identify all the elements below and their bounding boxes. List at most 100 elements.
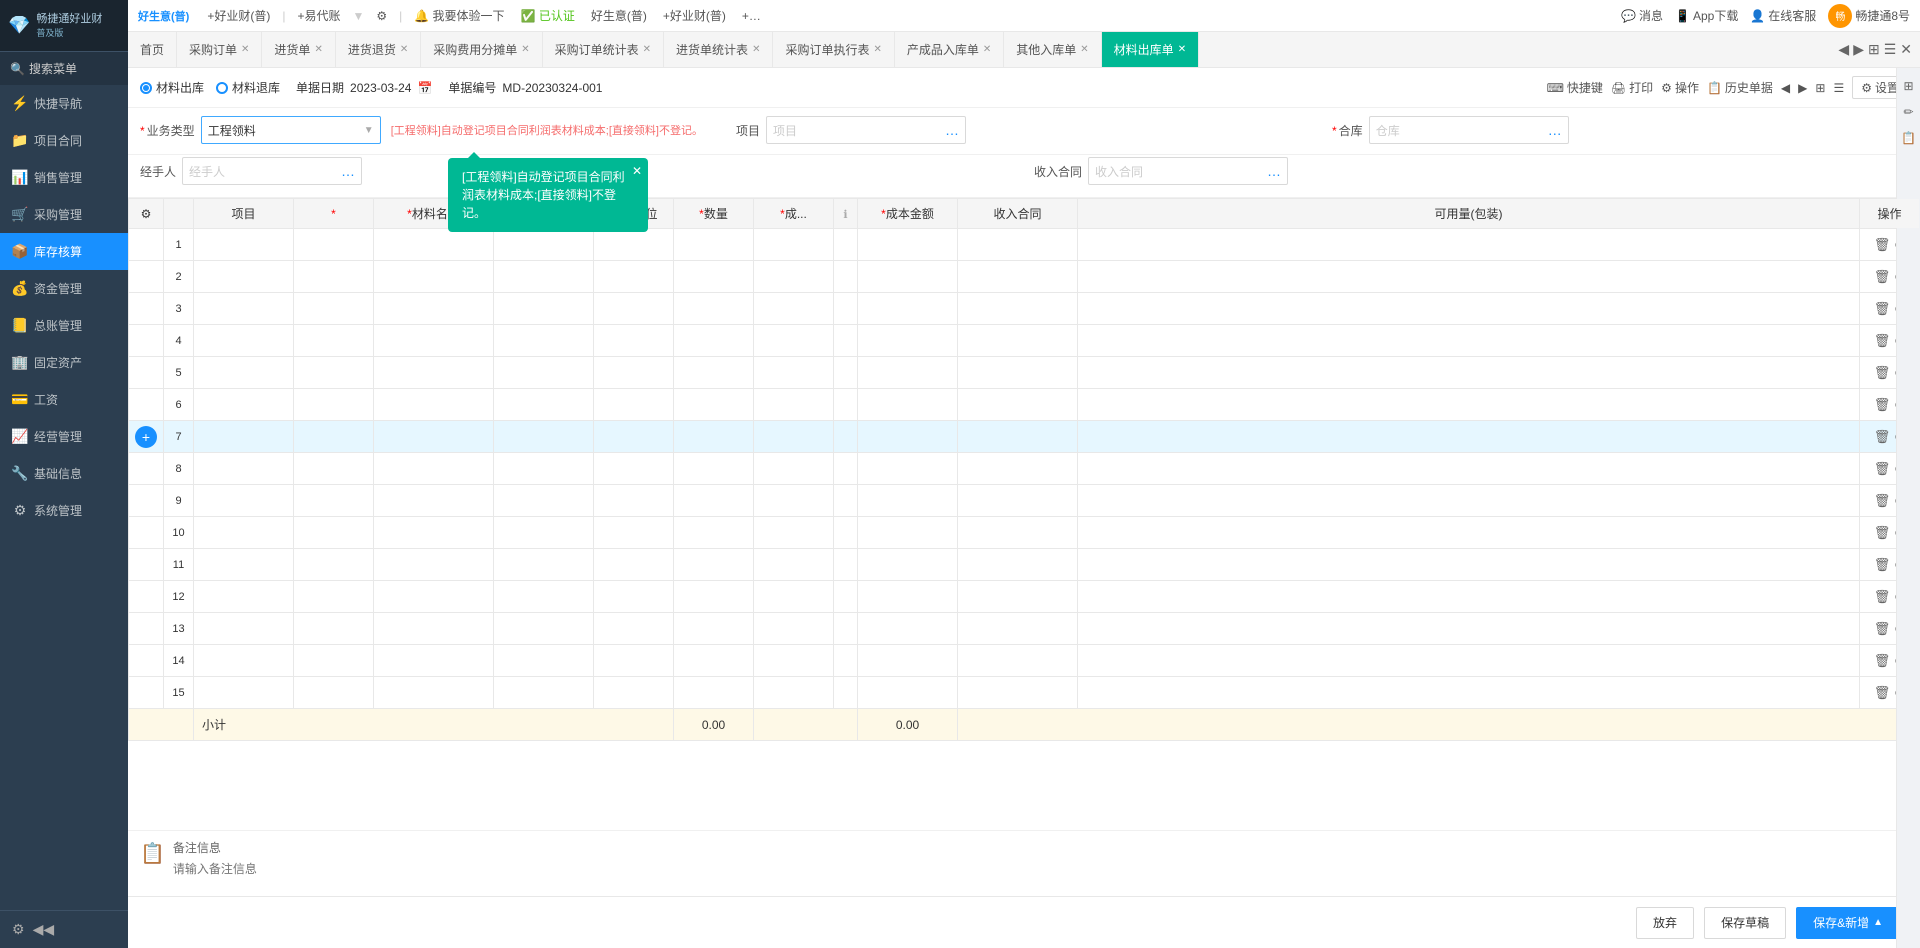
topbar-settings-icon[interactable]: ⚙: [370, 9, 393, 23]
delete-row-icon[interactable]: 🗑: [1874, 365, 1891, 380]
add-row-button[interactable]: +: [135, 426, 157, 448]
input-project[interactable]: [200, 430, 287, 444]
history-btn[interactable]: 📋 历史单据: [1707, 79, 1773, 96]
delete-row-icon[interactable]: 🗑: [1874, 493, 1891, 508]
discard-button[interactable]: 放弃: [1636, 907, 1694, 939]
project-select[interactable]: 项目 …: [766, 116, 966, 144]
topbar-nav-experience[interactable]: 🔔 我要体验一下: [408, 7, 510, 24]
collapse-icon[interactable]: ◀◀: [33, 921, 55, 938]
print-btn[interactable]: 🖨 打印: [1611, 79, 1653, 96]
sidebar-item-sales[interactable]: 📊 销售管理: [0, 159, 128, 196]
sidebar-search[interactable]: 🔍 搜索菜单: [0, 52, 128, 85]
topbar-nav-haoyecai2[interactable]: +好业财(普): [657, 7, 732, 24]
tab-purchase-fee[interactable]: 采购费用分摊单✕: [421, 32, 542, 67]
tab-close-material-out[interactable]: ✕: [1178, 44, 1186, 55]
cell-project[interactable]: [194, 421, 294, 453]
right-icon-1[interactable]: ⊞: [1899, 76, 1919, 96]
tab-close-in-stat[interactable]: ✕: [752, 44, 760, 55]
cell-available-qty[interactable]: [1078, 421, 1860, 453]
radio-material-out[interactable]: 材料出库: [140, 79, 204, 96]
topbar-user[interactable]: 畅 畅捷通8号: [1828, 4, 1910, 28]
cell-qty[interactable]: [674, 421, 754, 453]
note-input[interactable]: [173, 860, 1908, 888]
tab-close-purchase-in[interactable]: ✕: [314, 44, 322, 55]
handler-dots-icon[interactable]: …: [341, 163, 355, 179]
tab-other-in[interactable]: 其他入库单✕: [1004, 32, 1101, 67]
th-settings[interactable]: ⚙: [129, 199, 164, 229]
income-contract-select[interactable]: 收入合同 …: [1088, 157, 1288, 185]
cell-cost-price[interactable]: [754, 421, 834, 453]
tab-in-stat[interactable]: 进货单统计表✕: [664, 32, 773, 67]
save-draft-button[interactable]: 保存草稿: [1704, 907, 1786, 939]
list-view-icon[interactable]: ☰: [1833, 81, 1844, 95]
warehouse-select[interactable]: 仓库 …: [1369, 116, 1569, 144]
calendar-icon[interactable]: 📅: [417, 81, 432, 95]
delete-row-icon[interactable]: 🗑: [1874, 525, 1891, 540]
delete-row-icon[interactable]: 🗑: [1874, 333, 1891, 348]
cell-unit[interactable]: [594, 421, 674, 453]
topbar-nav-yidaizhang[interactable]: +易代账: [291, 7, 346, 24]
tab-finished-in[interactable]: 产成品入库单✕: [895, 32, 1004, 67]
th-cost-info[interactable]: ℹ: [834, 199, 858, 229]
delete-row-icon[interactable]: 🗑: [1874, 653, 1891, 668]
business-type-select[interactable]: 工程领料 ▼: [201, 116, 381, 144]
tab-purchase-order[interactable]: 采购订单✕: [177, 32, 262, 67]
topbar-nav-haoyecai[interactable]: +好业财(普): [201, 7, 276, 24]
right-icon-2[interactable]: ✏: [1899, 102, 1919, 122]
tab-close-purchase-fee[interactable]: ✕: [521, 44, 529, 55]
tab-purchase-in[interactable]: 进货单✕: [262, 32, 335, 67]
tab-close-order-exec[interactable]: ✕: [873, 44, 881, 55]
delete-row-icon[interactable]: 🗑: [1874, 461, 1891, 476]
delete-row-icon[interactable]: 🗑: [1874, 557, 1891, 572]
delete-row-icon[interactable]: 🗑: [1874, 269, 1891, 284]
cell-cost-info[interactable]: [834, 421, 858, 453]
tab-list-icon[interactable]: ☰: [1884, 41, 1897, 58]
project-dots-icon[interactable]: …: [945, 122, 959, 138]
settings-bottom-icon[interactable]: ⚙: [12, 921, 25, 938]
tab-purchase-return[interactable]: 进货退货✕: [336, 32, 421, 67]
sidebar-item-inventory[interactable]: 📦 库存核算: [0, 233, 128, 270]
tab-close-finished-in[interactable]: ✕: [983, 44, 991, 55]
tab-grid-icon[interactable]: ⊞: [1868, 41, 1880, 58]
quick-key-btn[interactable]: ⌨ 快捷键: [1547, 79, 1603, 96]
cell-income-contract[interactable]: [958, 421, 1078, 453]
delete-row-icon[interactable]: 🗑: [1874, 685, 1891, 700]
topbar-nav-more[interactable]: +…: [736, 9, 767, 23]
sidebar-item-project[interactable]: 📁 项目合同: [0, 122, 128, 159]
tooltip-close-icon[interactable]: ✕: [632, 162, 642, 180]
delete-row-icon[interactable]: 🗑: [1874, 301, 1891, 316]
topbar-message[interactable]: 💬 消息: [1621, 7, 1663, 24]
operations-btn[interactable]: ⚙ 操作: [1661, 79, 1699, 96]
tab-close-all-icon[interactable]: ✕: [1900, 41, 1912, 58]
sidebar-item-payroll[interactable]: 💳 工资: [0, 381, 128, 418]
tab-close-purchase-order[interactable]: ✕: [241, 44, 249, 55]
sidebar-item-system[interactable]: ⚙ 系统管理: [0, 492, 128, 529]
right-icon-3[interactable]: 📋: [1899, 128, 1919, 148]
tab-purchase-stat[interactable]: 采购订单统计表✕: [543, 32, 664, 67]
sidebar-item-operations[interactable]: 📈 经营管理: [0, 418, 128, 455]
sidebar-item-purchase[interactable]: 🛒 采购管理: [0, 196, 128, 233]
cell-spec[interactable]: [494, 421, 594, 453]
tab-material-out[interactable]: 材料出库单✕: [1102, 32, 1199, 67]
income-contract-dots-icon[interactable]: …: [1267, 163, 1281, 179]
table-view-icon[interactable]: ⊞: [1815, 81, 1825, 95]
sidebar-item-basic[interactable]: 🔧 基础信息: [0, 455, 128, 492]
tab-next-icon[interactable]: ▶: [1853, 41, 1864, 58]
sidebar-item-assets[interactable]: 🏢 固定资产: [0, 344, 128, 381]
warehouse-dots-icon[interactable]: …: [1548, 122, 1562, 138]
topbar-app-download[interactable]: 📱 App下载: [1675, 7, 1738, 24]
tab-close-other-in[interactable]: ✕: [1080, 44, 1088, 55]
topbar-online-service[interactable]: 👤 在线客服: [1750, 7, 1816, 24]
tab-home[interactable]: 首页: [128, 32, 177, 67]
cell-material-name[interactable]: [374, 421, 494, 453]
radio-material-return[interactable]: 材料退库: [216, 79, 280, 96]
tab-prev-icon[interactable]: ◀: [1838, 41, 1849, 58]
save-new-button[interactable]: 保存&新增 ▲: [1796, 907, 1900, 939]
sidebar-item-accounting[interactable]: 📒 总账管理: [0, 307, 128, 344]
cell-cost-amount[interactable]: [858, 421, 958, 453]
delete-row-icon[interactable]: 🗑: [1874, 397, 1891, 412]
cell-material-code[interactable]: [294, 421, 374, 453]
delete-row-icon[interactable]: 🗑: [1874, 429, 1891, 444]
sidebar-item-finance[interactable]: 💰 资金管理: [0, 270, 128, 307]
delete-row-icon[interactable]: 🗑: [1874, 589, 1891, 604]
